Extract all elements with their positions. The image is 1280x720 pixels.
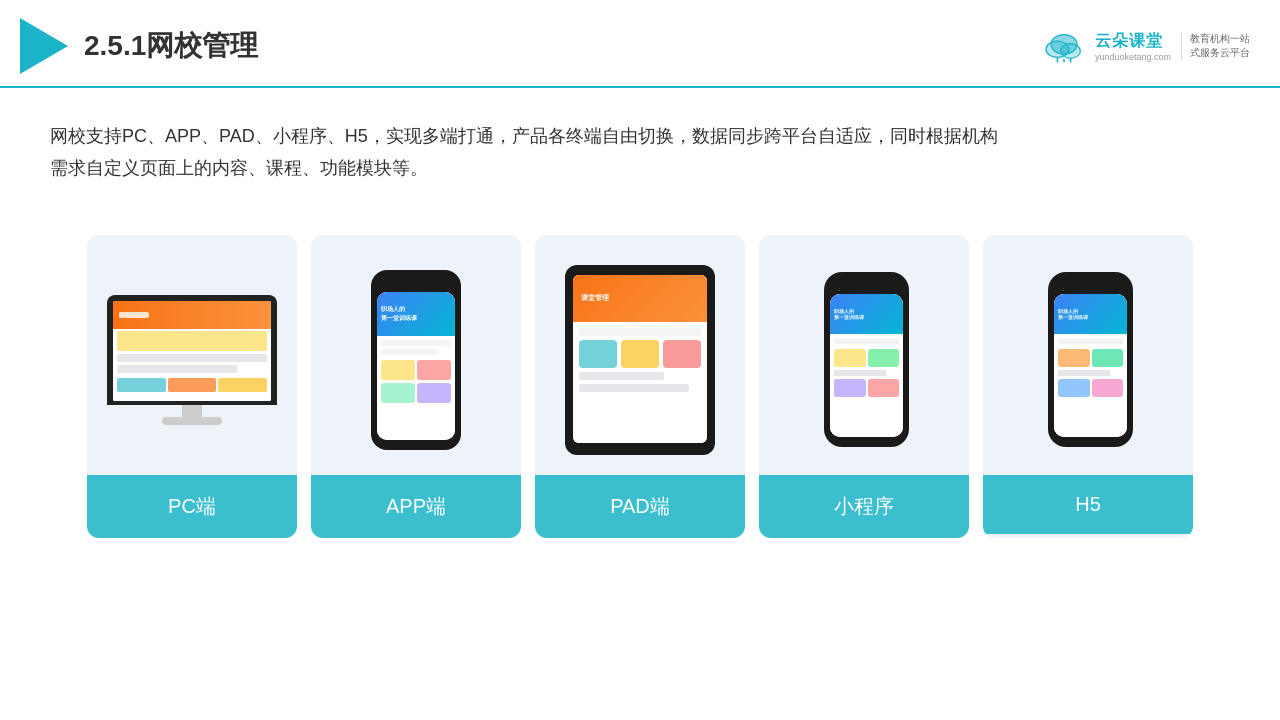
description-text: 网校支持PC、APP、PAD、小程序、H5，实现多端打通，产品各终端自由切换，数… — [0, 88, 1280, 205]
pad-image-area: 课堂管理 — [535, 235, 745, 475]
app-image-area: 职场人的第一堂训练课 — [311, 235, 521, 475]
h5-phone-body: 职场人的第一堂训练课 — [1048, 272, 1133, 447]
cloud-icon — [1039, 28, 1089, 64]
tablet-body: 课堂管理 — [565, 265, 715, 455]
logo-triangle-icon — [20, 18, 68, 74]
miniprogram-notch — [852, 282, 882, 290]
card-miniprogram: 职场人的第一堂训练课 — [759, 235, 969, 538]
brand-name: 云朵课堂 — [1095, 31, 1163, 52]
card-h5: 职场人的第一堂训练课 — [983, 235, 1193, 538]
monitor-neck — [182, 405, 202, 417]
phone-notch — [401, 280, 431, 288]
miniprogram-screen: 职场人的第一堂训练课 — [830, 294, 903, 437]
brand-tagline: 教育机构一站式服务云平台 — [1181, 32, 1250, 60]
h5-image-area: 职场人的第一堂训练课 — [983, 235, 1193, 475]
pc-image-area — [87, 235, 297, 475]
card-h5-label: H5 — [983, 475, 1193, 534]
tablet-mockup: 课堂管理 — [565, 265, 715, 455]
h5-screen: 职场人的第一堂训练课 — [1054, 294, 1127, 437]
card-app: 职场人的第一堂训练课 — [311, 235, 521, 538]
app-phone-mockup: 职场人的第一堂训练课 — [371, 270, 461, 450]
card-pc: PC端 — [87, 235, 297, 538]
h5-notch — [1076, 282, 1106, 290]
card-app-label: APP端 — [311, 475, 521, 538]
card-pad: 课堂管理 — [535, 235, 745, 538]
miniprogram-image-area: 职场人的第一堂训练课 — [759, 235, 969, 475]
page-title: 2.5.1网校管理 — [84, 27, 258, 65]
monitor-screen — [113, 301, 271, 401]
miniprogram-phone-mockup: 职场人的第一堂训练课 — [824, 272, 904, 447]
page-header: 2.5.1网校管理 云朵课堂 yunduoketang.com 教育机构一站式服… — [0, 0, 1280, 88]
brand-url: yunduoketang.com — [1095, 52, 1171, 62]
miniprogram-phone-body: 职场人的第一堂训练课 — [824, 272, 909, 447]
monitor-base — [162, 417, 222, 425]
brand-text: 云朵课堂 yunduoketang.com — [1095, 31, 1171, 62]
phone-screen: 职场人的第一堂训练课 — [377, 292, 455, 440]
card-miniprogram-label: 小程序 — [759, 475, 969, 538]
card-pc-label: PC端 — [87, 475, 297, 538]
description-paragraph: 网校支持PC、APP、PAD、小程序、H5，实现多端打通，产品各终端自由切换，数… — [50, 120, 1230, 185]
h5-phone-mockup: 职场人的第一堂训练课 — [1048, 272, 1128, 447]
header-left: 2.5.1网校管理 — [20, 18, 258, 74]
phone-body: 职场人的第一堂训练课 — [371, 270, 461, 450]
card-pad-label: PAD端 — [535, 475, 745, 538]
tablet-screen: 课堂管理 — [573, 275, 707, 443]
pc-mockup — [107, 295, 277, 425]
brand-logo: 云朵课堂 yunduoketang.com 教育机构一站式服务云平台 — [1039, 28, 1250, 64]
monitor-screen-wrap — [107, 295, 277, 405]
cards-container: PC端 职场人的第一堂训练课 — [0, 205, 1280, 568]
